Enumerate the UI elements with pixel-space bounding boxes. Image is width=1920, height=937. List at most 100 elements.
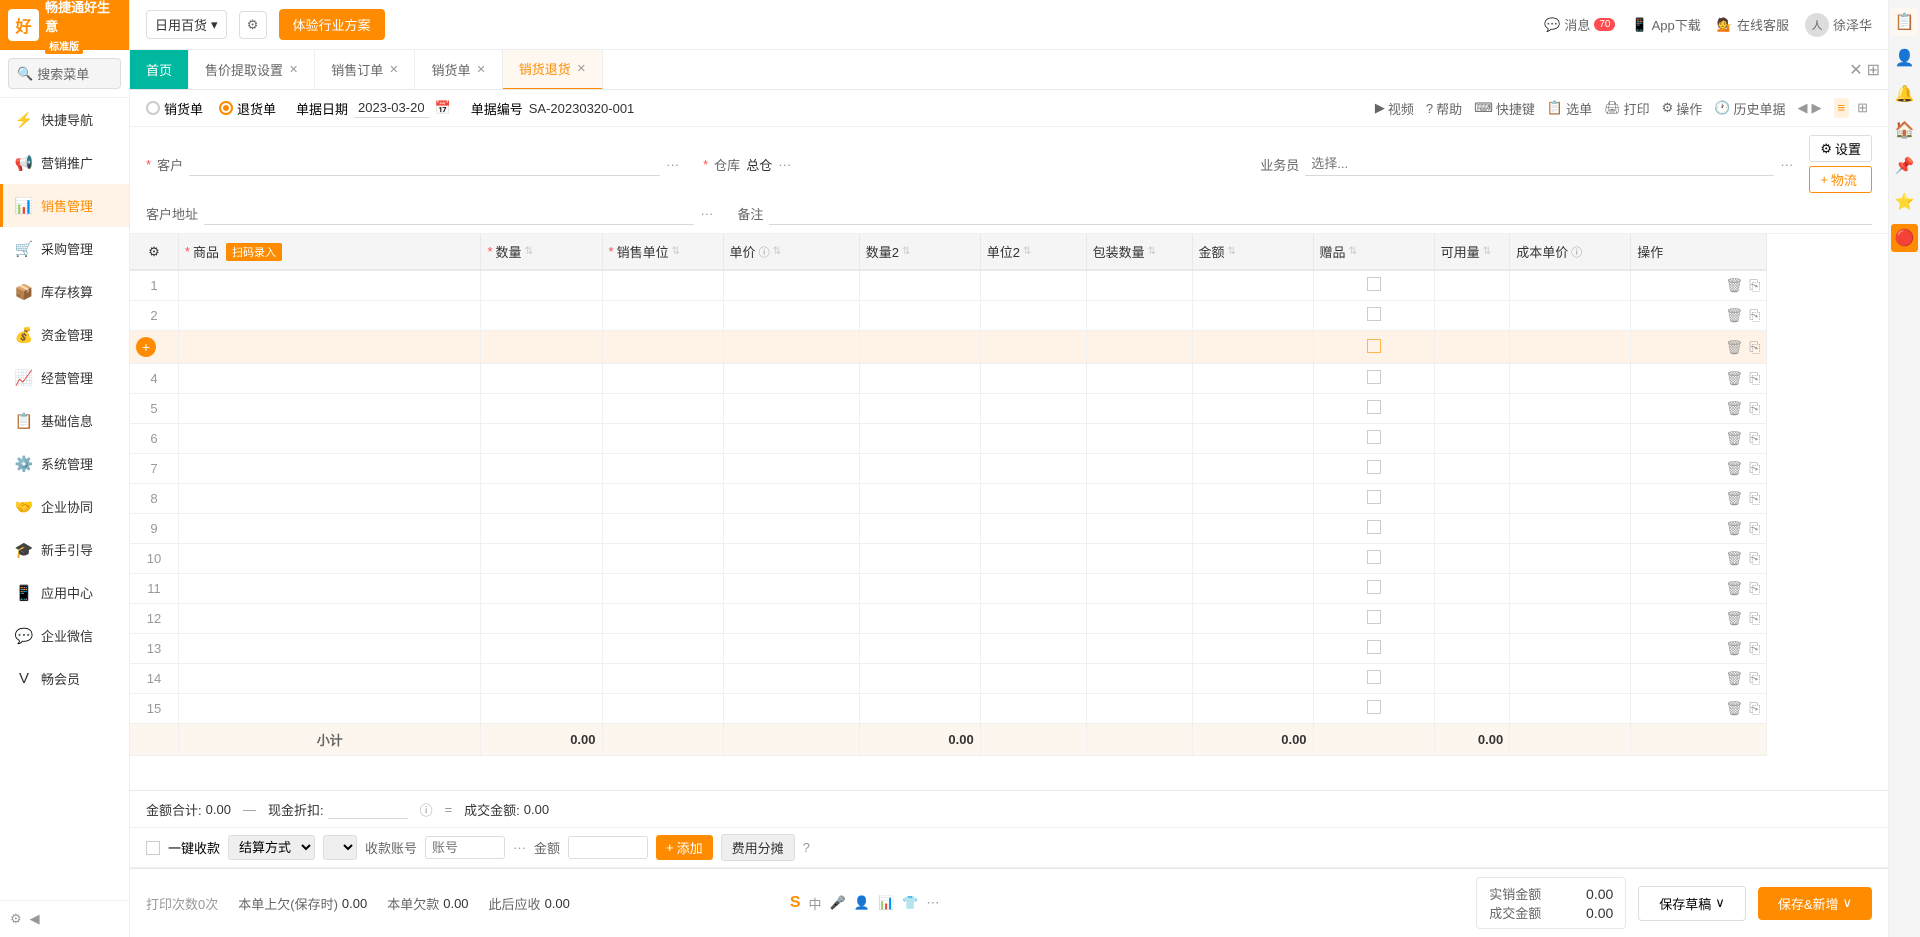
gift-cell[interactable]	[1313, 331, 1434, 364]
qty-sort-icon[interactable]: ⇅	[525, 246, 533, 257]
note-input[interactable]	[769, 201, 1872, 225]
tab-sales-return[interactable]: 销货退货 ✕	[503, 50, 603, 90]
online-service-btn[interactable]: 💁 在线客服	[1717, 15, 1789, 34]
right-icon-highlight[interactable]: 🔴	[1891, 224, 1919, 252]
tab-close-all-btn[interactable]: ✕	[1849, 60, 1862, 80]
right-icon-pin[interactable]: 📌	[1891, 152, 1919, 180]
payment-amount-input[interactable]	[568, 836, 648, 859]
sales-radio[interactable]: 销货单	[146, 99, 203, 118]
unit2-sort-icon[interactable]: ⇅	[1023, 246, 1031, 257]
price-cell[interactable]	[723, 331, 859, 364]
tab-more-btn[interactable]: ⊞	[1867, 60, 1880, 80]
address-input[interactable]	[204, 201, 694, 225]
print-btn[interactable]: 🖨 打印	[1604, 99, 1650, 118]
delete-btn[interactable]: 🗑	[1725, 490, 1743, 507]
bottom-icon-zh[interactable]: 中	[809, 894, 822, 913]
copy-btn[interactable]: ⎘	[1749, 460, 1760, 477]
qty2-cell[interactable]	[859, 301, 980, 331]
scan-btn[interactable]: 扫码录入	[226, 243, 282, 261]
copy-btn[interactable]: ⎘	[1749, 520, 1760, 537]
copy-btn[interactable]: ⎘	[1749, 277, 1760, 294]
bottom-icon-shirt[interactable]: 👕	[902, 895, 918, 911]
pack-cell[interactable]	[1086, 270, 1192, 301]
price-cell[interactable]	[723, 301, 859, 331]
operate-btn[interactable]: ⚙ 操作	[1662, 99, 1703, 118]
copy-btn[interactable]: ⎘	[1749, 610, 1760, 627]
delete-btn[interactable]: 🗑	[1725, 400, 1743, 417]
sidebar-item-sales[interactable]: 📊 销售管理	[0, 184, 129, 227]
shortcut-btn[interactable]: ⌨ 快捷键	[1474, 99, 1535, 118]
avail-sort-icon[interactable]: ⇅	[1483, 246, 1491, 257]
account-dots[interactable]: ···	[513, 840, 526, 855]
help-btn[interactable]: ? 帮助	[1426, 99, 1462, 118]
product-cell[interactable]	[178, 301, 481, 331]
th-settings[interactable]: ⚙	[130, 234, 178, 270]
copy-btn[interactable]: ⎘	[1749, 670, 1760, 687]
cost-cell[interactable]	[1510, 270, 1631, 301]
delete-btn[interactable]: 🗑	[1725, 520, 1743, 537]
sidebar-item-inventory[interactable]: 📦 库存核算	[0, 270, 129, 313]
unit2-cell[interactable]	[980, 270, 1086, 301]
sidebar-item-system[interactable]: ⚙️ 系统管理	[0, 442, 129, 485]
tab-close-icon[interactable]: ✕	[289, 63, 298, 76]
grid-view-icon[interactable]: ⊞	[1853, 98, 1872, 118]
right-icon-bell[interactable]: 🔔	[1891, 80, 1919, 108]
gift-cell[interactable]	[1313, 270, 1434, 301]
save-new-btn[interactable]: 保存&新增 ∨	[1758, 887, 1872, 920]
gift-sort-icon[interactable]: ⇅	[1349, 246, 1357, 257]
tab-close-icon[interactable]: ✕	[577, 62, 586, 75]
sidebar-item-enterprise[interactable]: 🤝 企业协同	[0, 485, 129, 528]
copy-btn[interactable]: ⎘	[1749, 307, 1760, 324]
sidebar-item-purchase[interactable]: 🛒 采购管理	[0, 227, 129, 270]
search-menu-button[interactable]: 🔍 搜索菜单	[8, 58, 121, 89]
copy-btn[interactable]: ⎘	[1749, 700, 1760, 717]
info-circle[interactable]: ⓘ	[420, 800, 433, 819]
qty-cell[interactable]	[481, 270, 602, 301]
amount-cell[interactable]	[1192, 301, 1313, 331]
right-icon-clipboard[interactable]: 📋	[1891, 8, 1919, 36]
gift-cell[interactable]	[1313, 301, 1434, 331]
app-download-btn[interactable]: 📱 App下载	[1631, 15, 1700, 34]
add-row-btn[interactable]: +	[136, 337, 156, 357]
delete-btn[interactable]: 🗑	[1725, 277, 1743, 294]
price-sort-icon[interactable]: ⇅	[773, 246, 781, 257]
address-dots[interactable]: ···	[700, 206, 713, 221]
delete-btn[interactable]: 🗑	[1725, 670, 1743, 687]
delete-btn[interactable]: 🗑	[1725, 370, 1743, 387]
delete-btn[interactable]: 🗑	[1725, 307, 1743, 324]
copy-btn[interactable]: ⎘	[1749, 400, 1760, 417]
bottom-icon-chart[interactable]: 📊	[878, 895, 894, 911]
prev-icon[interactable]: ◀	[1798, 100, 1808, 116]
settings-bottom-icon[interactable]: ⚙	[10, 911, 22, 927]
sidebar-item-marketing[interactable]: 📢 营销推广	[0, 141, 129, 184]
sidebar-item-operations[interactable]: 📈 经营管理	[0, 356, 129, 399]
user-area[interactable]: 人 徐泽华	[1805, 13, 1872, 37]
cost-cell[interactable]	[1510, 301, 1631, 331]
nav-select[interactable]: 日用百货 ▾	[146, 10, 227, 39]
unit-sort-icon[interactable]: ⇅	[672, 246, 680, 257]
avail-cell[interactable]	[1434, 331, 1510, 364]
avail-cell[interactable]	[1434, 301, 1510, 331]
customer-input[interactable]	[189, 152, 660, 176]
tab-sales-delivery[interactable]: 销货单 ✕	[415, 50, 502, 90]
price-info-icon[interactable]: ⓘ	[759, 244, 770, 260]
tab-close-icon[interactable]: ✕	[477, 63, 486, 76]
copy-btn[interactable]: ⎘	[1749, 550, 1760, 567]
amount-cell[interactable]	[1192, 270, 1313, 301]
tab-sales-order[interactable]: 销售订单 ✕	[315, 50, 415, 90]
copy-btn[interactable]: ⎘	[1749, 430, 1760, 447]
delete-btn[interactable]: 🗑	[1725, 640, 1743, 657]
amount-cell[interactable]	[1192, 331, 1313, 364]
save-draft-btn[interactable]: 保存草稿 ∨	[1638, 886, 1746, 921]
calc-method-select[interactable]	[323, 835, 357, 860]
pack-cell[interactable]	[1086, 301, 1192, 331]
qty2-cell[interactable]	[859, 331, 980, 364]
unit-cell[interactable]	[602, 331, 723, 364]
history-btn[interactable]: 🕐 历史单据	[1714, 99, 1785, 118]
staff-dots[interactable]: ···	[1780, 157, 1793, 172]
sidebar-item-finance[interactable]: 💰 资金管理	[0, 313, 129, 356]
bottom-icon-more[interactable]: ⋯	[926, 895, 939, 911]
delete-btn[interactable]: 🗑	[1725, 580, 1743, 597]
sidebar-item-basic[interactable]: 📋 基础信息	[0, 399, 129, 442]
unit-cell[interactable]	[602, 270, 723, 301]
